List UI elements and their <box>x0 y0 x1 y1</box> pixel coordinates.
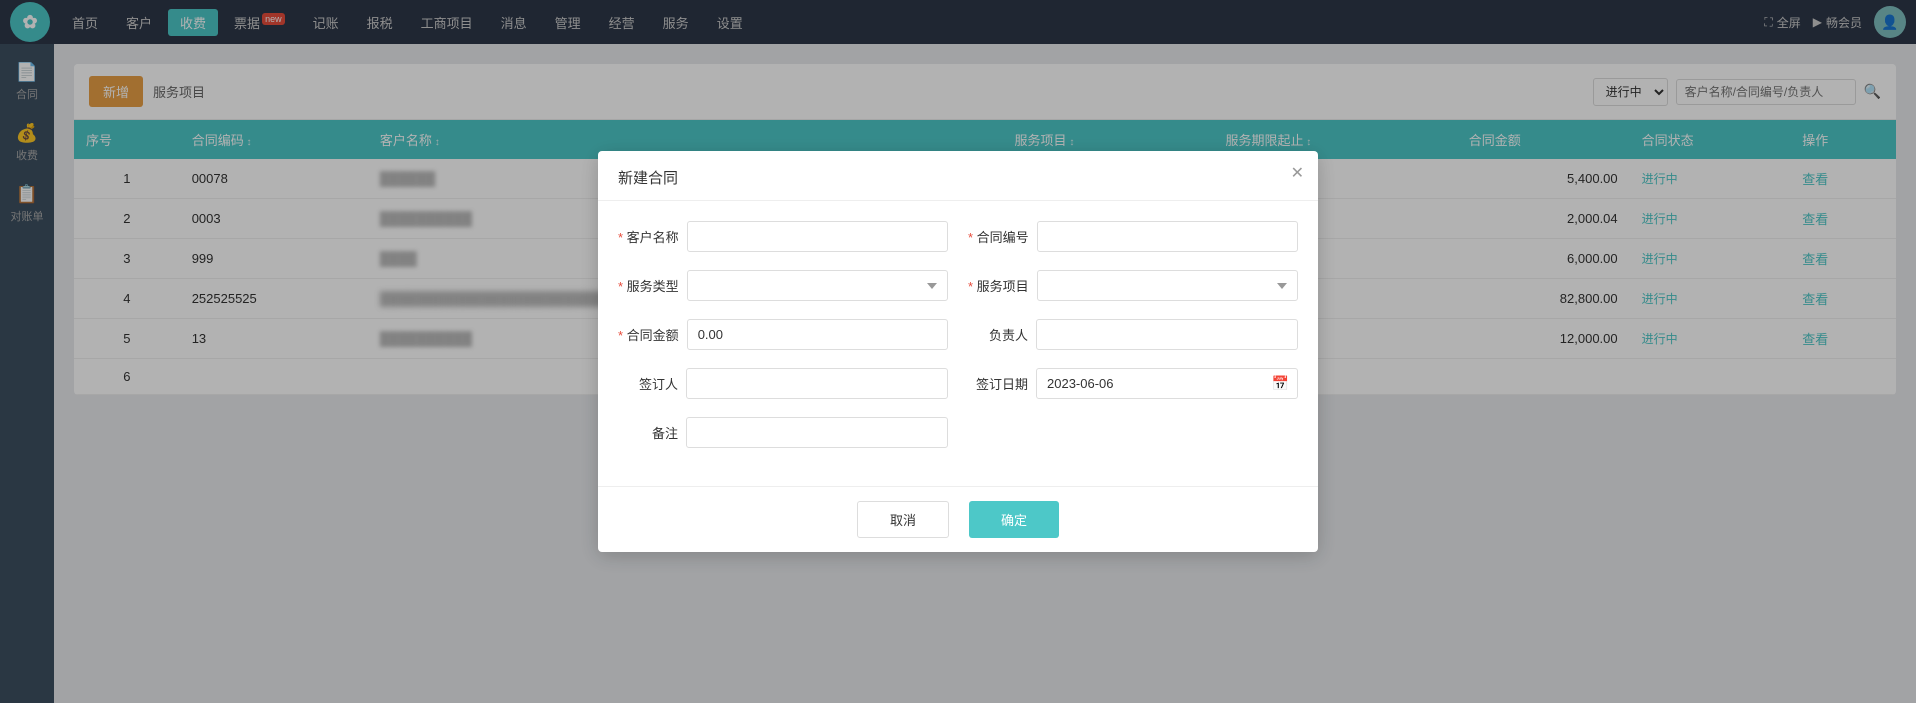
signer-label: 签订人 <box>618 374 678 393</box>
form-row-1: 客户名称 合同编号 <box>618 221 1298 252</box>
form-group-amount: 合同金额 <box>618 319 948 350</box>
form-group-service-item: 服务项目 <box>968 270 1298 301</box>
form-group-contract-no: 合同编号 <box>968 221 1298 252</box>
amount-label: 合同金额 <box>618 325 679 344</box>
modal-body: 客户名称 合同编号 服务类型 服务项目 <box>598 201 1318 486</box>
modal-footer: 取消 确定 <box>598 486 1318 552</box>
modal-title: 新建合同 <box>598 151 1318 201</box>
confirm-button[interactable]: 确定 <box>969 501 1059 538</box>
form-row-4: 签订人 签订日期 📅 <box>618 368 1298 399</box>
service-type-label: 服务类型 <box>618 276 679 295</box>
date-picker-wrapper: 📅 <box>1036 368 1298 399</box>
remark-input[interactable] <box>686 417 948 448</box>
form-group-remark: 备注 <box>618 417 948 448</box>
form-group-signer: 签订人 <box>618 368 948 399</box>
customer-name-input[interactable] <box>687 221 948 252</box>
service-item-select[interactable] <box>1037 270 1298 301</box>
responsible-label: 负责人 <box>968 325 1028 344</box>
modal-overlay[interactable]: 新建合同 ✕ 客户名称 合同编号 服务类型 <box>0 0 1916 703</box>
remark-label: 备注 <box>618 423 678 442</box>
service-item-label: 服务项目 <box>968 276 1029 295</box>
contract-no-label: 合同编号 <box>968 227 1029 246</box>
form-group-sign-date: 签订日期 📅 <box>968 368 1298 399</box>
form-group-customer: 客户名称 <box>618 221 948 252</box>
form-row-5: 备注 <box>618 417 1298 448</box>
service-type-select[interactable] <box>687 270 948 301</box>
responsible-input[interactable] <box>1036 319 1298 350</box>
cancel-button[interactable]: 取消 <box>857 501 949 538</box>
form-row-2: 服务类型 服务项目 <box>618 270 1298 301</box>
new-contract-modal: 新建合同 ✕ 客户名称 合同编号 服务类型 <box>598 151 1318 552</box>
contract-no-input[interactable] <box>1037 221 1298 252</box>
calendar-icon[interactable]: 📅 <box>1264 375 1297 392</box>
signer-input[interactable] <box>686 368 948 399</box>
customer-name-label: 客户名称 <box>618 227 679 246</box>
form-row-3: 合同金额 负责人 <box>618 319 1298 350</box>
sign-date-input[interactable] <box>1037 369 1264 398</box>
form-group-responsible: 负责人 <box>968 319 1298 350</box>
sign-date-label: 签订日期 <box>968 374 1028 393</box>
amount-input[interactable] <box>687 319 948 350</box>
form-group-service-type: 服务类型 <box>618 270 948 301</box>
modal-close-button[interactable]: ✕ <box>1291 163 1304 183</box>
